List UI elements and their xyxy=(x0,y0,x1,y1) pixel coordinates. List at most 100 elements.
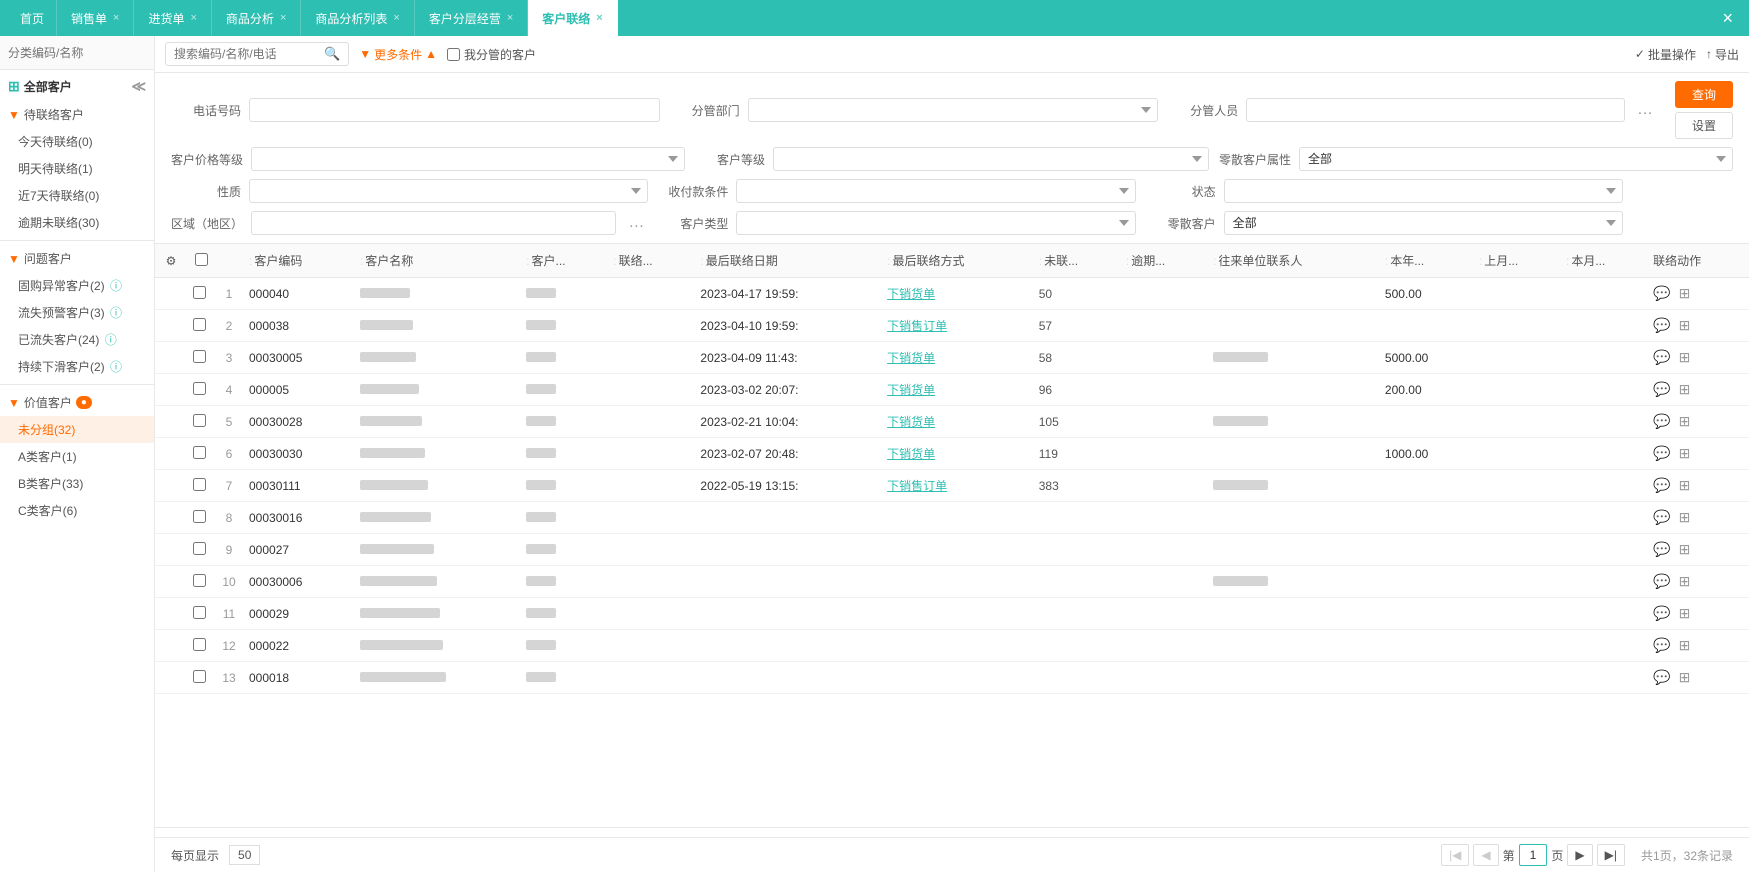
col-last-month[interactable]: :上月... xyxy=(1473,244,1560,278)
grid-icon[interactable]: ⊞ xyxy=(1679,605,1691,622)
customer-type-select[interactable] xyxy=(736,211,1135,235)
row-last-contact-method[interactable]: 下销售订单 xyxy=(881,310,1033,342)
grid-icon[interactable]: ⊞ xyxy=(1679,509,1691,526)
close-window-button[interactable]: × xyxy=(1714,8,1741,29)
last-page-button[interactable]: ▶| xyxy=(1597,844,1625,866)
row-checkbox[interactable] xyxy=(187,598,215,630)
row-select-checkbox[interactable] xyxy=(193,638,206,651)
col-unit-contact[interactable]: :往来单位联系人 xyxy=(1207,244,1379,278)
col-last-contact-method[interactable]: :最后联络方式 xyxy=(881,244,1033,278)
next-page-button[interactable]: ▶ xyxy=(1567,844,1592,866)
retail-attr-select[interactable]: 全部 xyxy=(1299,147,1733,171)
col-code[interactable]: :客户编码 xyxy=(243,244,354,278)
grid-icon[interactable]: ⊞ xyxy=(1679,637,1691,654)
region-input[interactable] xyxy=(251,211,616,235)
col-checkbox[interactable] xyxy=(187,244,215,278)
dept-select[interactable] xyxy=(748,98,1159,122)
row-checkbox[interactable] xyxy=(187,534,215,566)
tab-sales-close[interactable]: × xyxy=(113,12,119,24)
row-select-checkbox[interactable] xyxy=(193,478,206,491)
tab-product-analysis[interactable]: 商品分析 × xyxy=(212,0,301,36)
sidebar-item-tomorrow-pending[interactable]: 明天待联络(1) xyxy=(0,155,154,182)
grid-icon[interactable]: ⊞ xyxy=(1679,381,1691,398)
tab-home[interactable]: 首页 xyxy=(8,0,57,36)
row-select-checkbox[interactable] xyxy=(193,446,206,459)
tab-product-analysis-close[interactable]: × xyxy=(280,12,286,24)
nature-select[interactable] xyxy=(249,179,648,203)
chat-icon[interactable]: 💬 xyxy=(1653,605,1670,622)
sidebar-item-ungroup[interactable]: 未分组(32) xyxy=(0,416,154,443)
row-select-checkbox[interactable] xyxy=(193,574,206,587)
grid-icon[interactable]: ⊞ xyxy=(1679,445,1691,462)
grid-icon[interactable]: ⊞ xyxy=(1679,317,1691,334)
row-checkbox[interactable] xyxy=(187,438,215,470)
chat-icon[interactable]: 💬 xyxy=(1653,317,1670,334)
per-page-value[interactable]: 50 xyxy=(229,845,260,865)
row-last-contact-method[interactable]: 下销货单 xyxy=(881,438,1033,470)
tab-purchase-close[interactable]: × xyxy=(190,12,196,24)
row-checkbox[interactable] xyxy=(187,342,215,374)
row-checkbox[interactable] xyxy=(187,662,215,694)
row-select-checkbox[interactable] xyxy=(193,542,206,555)
row-select-checkbox[interactable] xyxy=(193,670,206,683)
retail-customer-select[interactable]: 全部 xyxy=(1224,211,1623,235)
col-name[interactable]: :客户名称 xyxy=(354,244,520,278)
sidebar-item-abnormal[interactable]: 固购异常客户(2) ⓘ xyxy=(0,272,154,299)
row-checkbox[interactable] xyxy=(187,502,215,534)
grid-icon[interactable]: ⊞ xyxy=(1679,413,1691,430)
row-select-checkbox[interactable] xyxy=(193,382,206,395)
tab-product-analysis-list[interactable]: 商品分析列表 × xyxy=(301,0,414,36)
tab-customer-contact[interactable]: 客户联络 × xyxy=(528,0,617,36)
col-settings[interactable]: ⚙ xyxy=(155,244,187,278)
row-checkbox[interactable] xyxy=(187,310,215,342)
more-conditions-button[interactable]: ▼ 更多条件 ▲ xyxy=(359,46,437,63)
chat-icon[interactable]: 💬 xyxy=(1653,477,1670,494)
row-last-contact-method[interactable]: 下销货单 xyxy=(881,406,1033,438)
chat-icon[interactable]: 💬 xyxy=(1653,381,1670,398)
my-customers-check[interactable] xyxy=(447,48,460,61)
horizontal-scrollbar[interactable] xyxy=(155,827,1749,837)
col-this-month[interactable]: :本月... xyxy=(1560,244,1647,278)
query-button[interactable]: 查询 xyxy=(1675,81,1733,108)
row-checkbox[interactable] xyxy=(187,278,215,310)
chat-icon[interactable]: 💬 xyxy=(1653,285,1670,302)
row-checkbox[interactable] xyxy=(187,406,215,438)
current-page[interactable]: 1 xyxy=(1519,844,1548,866)
chat-icon[interactable]: 💬 xyxy=(1653,573,1670,590)
tab-customer-contact-close[interactable]: × xyxy=(596,12,602,24)
problem-customers-group[interactable]: ▼ 问题客户 xyxy=(0,245,154,272)
chat-icon[interactable]: 💬 xyxy=(1653,509,1670,526)
value-customers-group[interactable]: ▼ 价值客户 ● xyxy=(0,389,154,416)
sidebar-item-overdue-pending[interactable]: 逾期未联络(30) xyxy=(0,209,154,236)
reset-button[interactable]: 设置 xyxy=(1675,112,1733,139)
row-last-contact-method[interactable]: 下销货单 xyxy=(881,278,1033,310)
customer-level-select[interactable] xyxy=(773,147,1209,171)
row-checkbox[interactable] xyxy=(187,630,215,662)
row-select-checkbox[interactable] xyxy=(193,286,206,299)
row-select-checkbox[interactable] xyxy=(193,318,206,331)
sidebar-item-7day-pending[interactable]: 近7天待联络(0) xyxy=(0,182,154,209)
phone-input[interactable] xyxy=(249,98,660,122)
sidebar-item-churned[interactable]: 已流失客户(24) ⓘ xyxy=(0,326,154,353)
chat-icon[interactable]: 💬 xyxy=(1653,637,1670,654)
chat-icon[interactable]: 💬 xyxy=(1653,541,1670,558)
select-all-checkbox[interactable] xyxy=(195,253,208,266)
grid-icon[interactable]: ⊞ xyxy=(1679,477,1691,494)
col-this-year[interactable]: :本年... xyxy=(1379,244,1473,278)
row-checkbox[interactable] xyxy=(187,374,215,406)
sidebar-item-class-c[interactable]: C类客户(6) xyxy=(0,497,154,524)
sidebar-item-declining[interactable]: 持续下滑客户(2) ⓘ xyxy=(0,353,154,380)
grid-icon[interactable]: ⊞ xyxy=(1679,285,1691,302)
chat-icon[interactable]: 💬 xyxy=(1653,445,1670,462)
row-select-checkbox[interactable] xyxy=(193,350,206,363)
tab-customer-segment[interactable]: 客户分层经营 × xyxy=(415,0,528,36)
row-select-checkbox[interactable] xyxy=(193,414,206,427)
sidebar-search-input[interactable] xyxy=(8,46,155,60)
region-more-icon[interactable]: … xyxy=(624,214,648,232)
batch-operation-button[interactable]: ✓ 批量操作 xyxy=(1635,46,1696,63)
grid-icon[interactable]: ⊞ xyxy=(1679,573,1691,590)
col-type[interactable]: :客户... xyxy=(520,244,607,278)
first-page-button[interactable]: |◀ xyxy=(1441,844,1469,866)
sidebar-item-churn-warning[interactable]: 流失预警客户(3) ⓘ xyxy=(0,299,154,326)
filter-search-icon[interactable]: 🔍 xyxy=(324,46,340,62)
